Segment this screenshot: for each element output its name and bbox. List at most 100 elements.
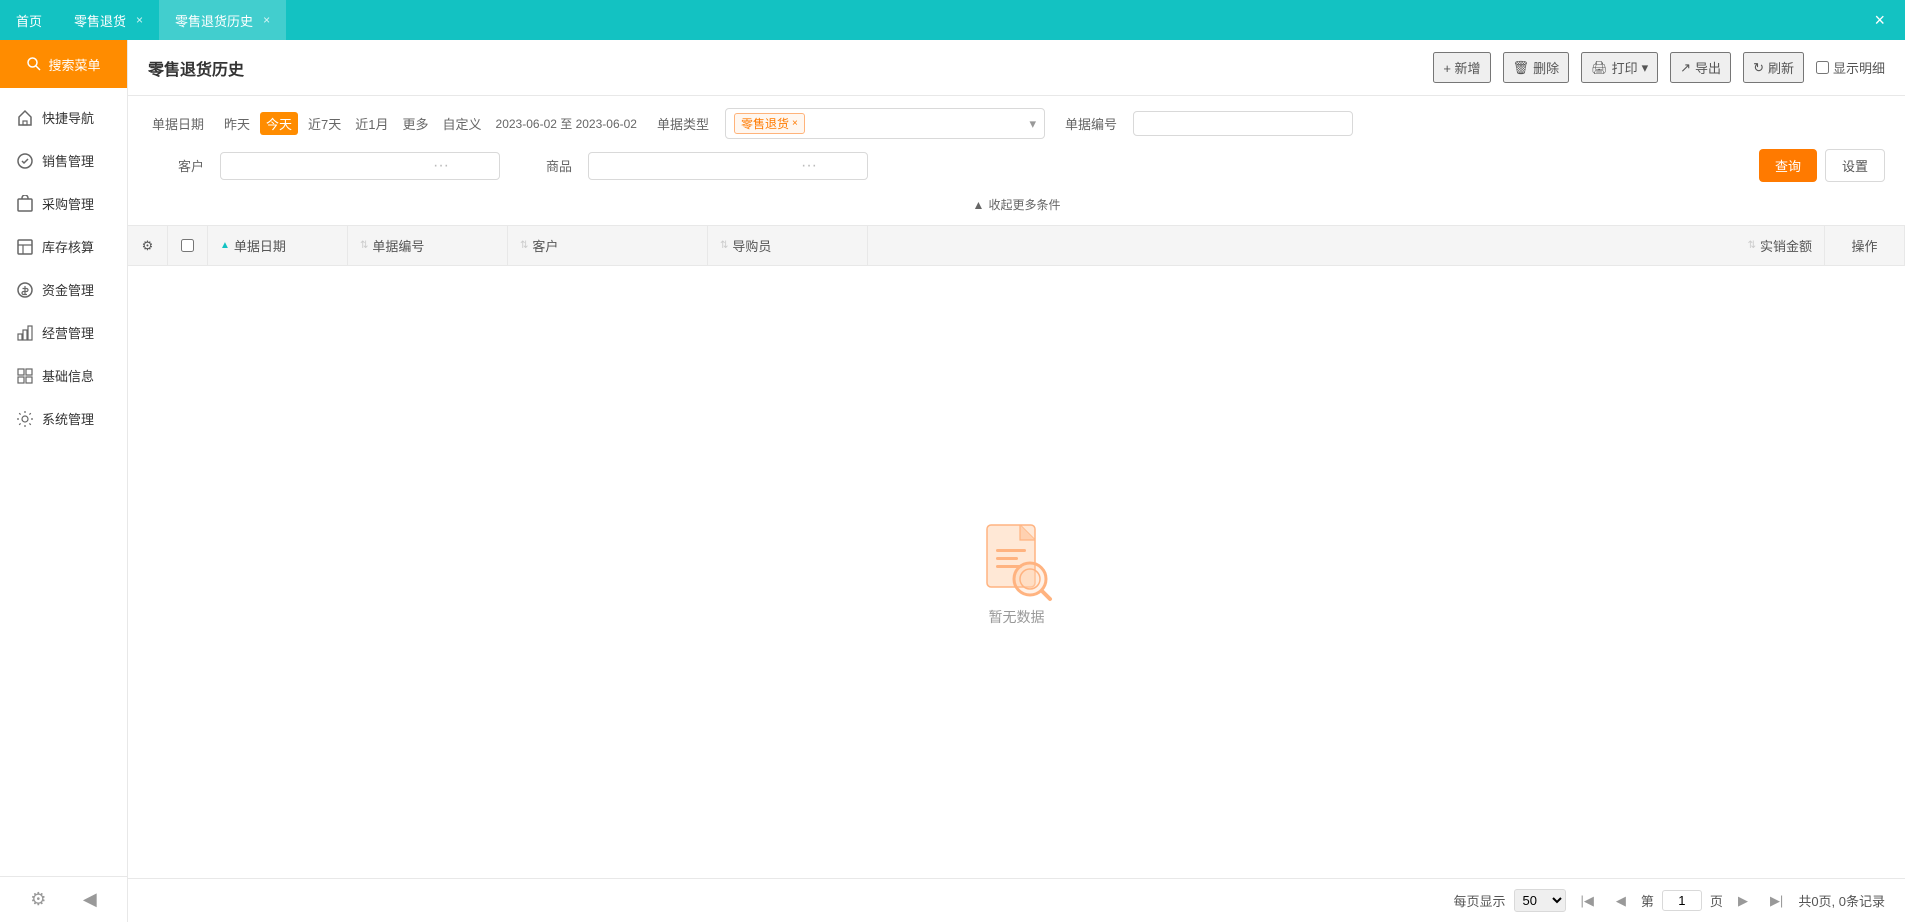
page-size-select[interactable]: 10 20 50 100: [1514, 889, 1566, 912]
first-page-button[interactable]: |◀: [1574, 890, 1601, 912]
sidebar-item-basic-info[interactable]: 基础信息: [0, 354, 127, 397]
query-button[interactable]: 查询: [1759, 149, 1817, 182]
page-title: 零售退货历史: [148, 56, 244, 80]
system-icon: [16, 410, 34, 428]
table-col-amount[interactable]: ⇅ 实销金额: [868, 226, 1825, 265]
delete-button[interactable]: 🗑 删除: [1503, 52, 1570, 83]
tab-bar: 首页 零售退货 × 零售退货历史 ×: [0, 0, 1866, 40]
sidebar-item-operations[interactable]: 经营管理: [0, 311, 127, 354]
date-shortcut-yesterday[interactable]: 昨天: [220, 112, 254, 135]
purchase-icon: [16, 195, 34, 213]
search-icon: [26, 56, 42, 72]
sidebar-item-finance-label: 资金管理: [42, 280, 94, 299]
sidebar-item-inventory-label: 库存核算: [42, 237, 94, 256]
tab-retail-return[interactable]: 零售退货 ×: [58, 0, 159, 40]
print-arrow-icon: ▾: [1642, 60, 1649, 76]
sales-icon: [16, 152, 34, 170]
table-select-all-checkbox[interactable]: [181, 239, 194, 252]
top-bar: 首页 零售退货 × 零售退货历史 × ×: [0, 0, 1905, 40]
top-close-button[interactable]: ×: [1866, 10, 1893, 31]
date-shortcuts: 昨天 今天 近7天 近1月 更多 自定义 2023-06-02 至 2023-0…: [220, 112, 637, 135]
table-header: ⚙ ▲ 单据日期 ⇅ 单据编号 ⇅ 客户 ⇅: [128, 226, 1905, 266]
next-page-button[interactable]: ▶: [1731, 890, 1755, 912]
tab-retail-return-history-close[interactable]: ×: [263, 13, 270, 27]
sidebar-item-inventory[interactable]: 库存核算: [0, 225, 127, 268]
prev-page-button[interactable]: ◀: [1609, 890, 1633, 912]
sidebar-item-system-mgmt[interactable]: 系统管理: [0, 397, 127, 440]
settings-button[interactable]: 设置: [1825, 149, 1885, 182]
page-number-input[interactable]: [1662, 890, 1702, 911]
page-label: 第: [1641, 891, 1654, 910]
settings-gear-button[interactable]: ⚙: [30, 889, 46, 910]
sidebar-item-basic-info-label: 基础信息: [42, 366, 94, 385]
home-icon: [16, 109, 34, 127]
table-col-doc-no-label: 单据编号: [372, 236, 424, 255]
tab-retail-return-history[interactable]: 零售退货历史 ×: [159, 0, 286, 40]
pagination-summary: 共0页, 0条记录: [1798, 891, 1885, 910]
doc-no-label: 单据编号: [1061, 114, 1117, 133]
empty-illustration: [972, 517, 1062, 607]
last-page-button[interactable]: ▶|: [1763, 890, 1790, 912]
date-shortcut-today[interactable]: 今天: [260, 112, 298, 135]
page-header: 零售退货历史 + 新增 🗑 删除 🖨 打印 ▾ ↗ 导出: [128, 40, 1905, 96]
collapse-bar[interactable]: ▲ 收起更多条件: [148, 192, 1885, 217]
table-col-doc-no[interactable]: ⇅ 单据编号: [348, 226, 508, 265]
goods-ellipsis-button[interactable]: ···: [801, 157, 817, 175]
sidebar-item-sales-mgmt-label: 销售管理: [42, 151, 94, 170]
content-area: 零售退货历史 + 新增 🗑 删除 🖨 打印 ▾ ↗ 导出: [128, 40, 1905, 922]
table-col-operation-label: 操作: [1851, 236, 1877, 255]
show-details-label: 显示明细: [1833, 58, 1885, 77]
refresh-button-label: 刷新: [1768, 58, 1794, 77]
tab-home[interactable]: 首页: [0, 0, 58, 40]
tab-retail-return-label: 零售退货: [74, 11, 126, 30]
sidebar-item-sales-mgmt[interactable]: 销售管理: [0, 139, 127, 182]
table-col-customer[interactable]: ⇅ 客户: [508, 226, 708, 265]
sidebar: 搜索菜单 快捷导航 销售管理: [0, 40, 128, 922]
sidebar-item-quick-nav[interactable]: 快捷导航: [0, 96, 127, 139]
refresh-button[interactable]: ↻ 刷新: [1743, 52, 1804, 83]
empty-text: 暂无数据: [989, 607, 1045, 627]
customer-ellipsis-button[interactable]: ···: [433, 157, 449, 175]
sidebar-item-finance[interactable]: 资金管理: [0, 268, 127, 311]
date-shortcut-7days[interactable]: 近7天: [304, 112, 345, 135]
new-button[interactable]: + 新增: [1433, 52, 1490, 83]
export-icon: ↗: [1680, 60, 1691, 76]
basic-info-icon: [16, 367, 34, 385]
goods-input[interactable]: [597, 158, 797, 173]
tab-retail-return-close[interactable]: ×: [136, 13, 143, 27]
filter-area: 单据日期 昨天 今天 近7天 近1月 更多 自定义 2023-06-02 至 2…: [128, 96, 1905, 226]
sidebar-item-purchase-mgmt[interactable]: 采购管理: [0, 182, 127, 225]
table-col-guide[interactable]: ⇅ 导购员: [708, 226, 868, 265]
sort-icon-customer: ⇅: [520, 240, 528, 251]
sort-icon-doc-no: ⇅: [360, 240, 368, 251]
doc-type-select[interactable]: 零售退货 × ▾: [725, 108, 1045, 139]
goods-label: 商品: [516, 156, 572, 175]
sort-icon-amount: ⇅: [1748, 240, 1756, 251]
date-shortcut-more[interactable]: 更多: [399, 112, 433, 135]
table-col-customer-label: 客户: [532, 236, 558, 255]
table-col-amount-label: 实销金额: [1760, 236, 1812, 255]
sidebar-item-operations-label: 经营管理: [42, 323, 94, 342]
doc-type-tag-close[interactable]: ×: [792, 118, 798, 129]
table-col-settings[interactable]: ⚙: [128, 226, 168, 265]
table-col-checkbox[interactable]: [168, 226, 208, 265]
table-col-doc-date[interactable]: ▲ 单据日期: [208, 226, 348, 265]
export-button[interactable]: ↗ 导出: [1670, 52, 1731, 83]
collapse-label: 收起更多条件: [988, 196, 1060, 213]
doc-type-dropdown-arrow: ▾: [1029, 116, 1036, 132]
empty-state: 暂无数据: [128, 266, 1905, 878]
table-area: ⚙ ▲ 单据日期 ⇅ 单据编号 ⇅ 客户 ⇅: [128, 226, 1905, 878]
sort-up-icon: ▲: [220, 240, 230, 251]
tab-home-label: 首页: [16, 11, 42, 30]
date-shortcut-1month[interactable]: 近1月: [351, 112, 392, 135]
table-col-operation: 操作: [1825, 226, 1905, 265]
date-shortcut-custom[interactable]: 自定义: [439, 112, 486, 135]
delete-icon: 🗑: [1513, 60, 1530, 76]
customer-input[interactable]: [229, 158, 429, 173]
new-button-label: + 新增: [1443, 58, 1480, 77]
show-details-checkbox[interactable]: [1816, 61, 1829, 74]
doc-no-input[interactable]: [1133, 111, 1353, 136]
print-button[interactable]: 🖨 打印 ▾: [1581, 52, 1658, 83]
collapse-sidebar-button[interactable]: ◀: [83, 889, 97, 910]
sidebar-search[interactable]: 搜索菜单: [0, 40, 127, 88]
